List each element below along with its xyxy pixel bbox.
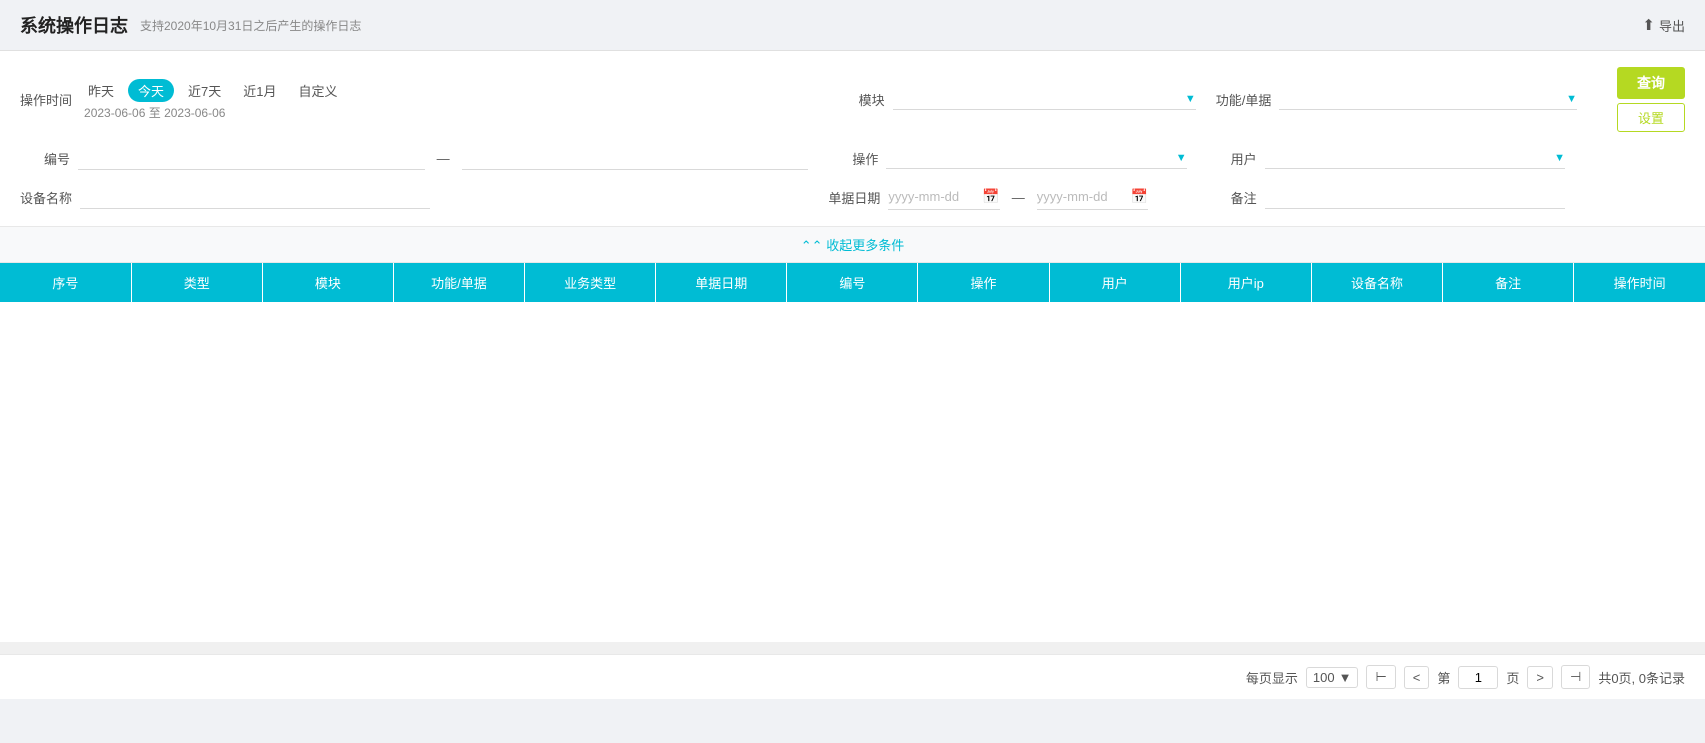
prev-page-btn[interactable]: < [1404, 666, 1430, 689]
table-col-操作: 操作 [918, 263, 1049, 302]
table-col-模块: 模块 [262, 263, 393, 302]
page-unit: 页 [1506, 668, 1519, 687]
calendar-icon-1[interactable]: 📅 [982, 188, 999, 205]
page-size-select[interactable]: 100 ▼ [1306, 667, 1359, 688]
last-page-btn[interactable]: ⊣ [1561, 665, 1590, 689]
serial-dash: — [433, 151, 454, 166]
user-select[interactable]: ▼ [1265, 148, 1565, 169]
time-label: 操作时间 [20, 90, 72, 109]
table-col-用户: 用户 [1049, 263, 1180, 302]
date-from-wrapper: 📅 [888, 184, 999, 210]
module-select[interactable]: ▼ [893, 89, 1196, 110]
serial-input-start[interactable] [78, 146, 425, 170]
serial-label: 编号 [20, 149, 70, 168]
time-btn-7days[interactable]: 近7天 [180, 79, 229, 102]
settings-button[interactable]: 设置 [1617, 103, 1685, 132]
table-col-业务类型: 业务类型 [525, 263, 656, 302]
time-filter: 操作时间 昨天 今天 近7天 近1月 自定义 2023-06-06 至 2023… [20, 79, 815, 121]
export-icon: ⬆ [1642, 16, 1655, 34]
next-page-btn[interactable]: > [1527, 666, 1553, 689]
function-label: 功能/单据 [1216, 90, 1272, 109]
time-btn-custom[interactable]: 自定义 [291, 79, 346, 102]
action-buttons: 查询 设置 [1617, 67, 1685, 132]
date-to-wrapper: 📅 [1037, 184, 1148, 210]
date-dash: — [1008, 190, 1029, 205]
filter-row-2: 编号 — 操作 ▼ 用户 ▼ [20, 146, 1685, 170]
time-options-wrap: 昨天 今天 近7天 近1月 自定义 2023-06-06 至 2023-06-0… [80, 79, 346, 121]
user-filter: 用户 ▼ [1207, 148, 1565, 169]
collapse-label: 收起更多条件 [826, 238, 904, 253]
table-head: 序号类型模块功能/单据业务类型单据日期编号操作用户用户ip设备名称备注操作时间 [0, 263, 1705, 302]
filter-row-3: 设备名称 单据日期 📅 — 📅 备注 [20, 184, 1685, 210]
chevron-down-icon-3: ▼ [1176, 152, 1187, 164]
serial-input-end[interactable] [462, 146, 809, 170]
table-col-单据日期: 单据日期 [656, 263, 787, 302]
remark-label: 备注 [1207, 188, 1257, 207]
page-subtitle: 支持2020年10月31日之后产生的操作日志 [140, 17, 361, 34]
date-from-input[interactable] [888, 189, 978, 204]
table-area: 序号类型模块功能/单据业务类型单据日期编号操作用户用户ip设备名称备注操作时间 [0, 263, 1705, 642]
table-col-功能/单据: 功能/单据 [393, 263, 524, 302]
time-btn-1month[interactable]: 近1月 [235, 79, 284, 102]
page-input[interactable] [1458, 666, 1498, 689]
table-col-编号: 编号 [787, 263, 918, 302]
chevron-down-icon-2: ▼ [1566, 93, 1577, 105]
filter-row-1: 操作时间 昨天 今天 近7天 近1月 自定义 2023-06-06 至 2023… [20, 67, 1685, 132]
empty-area [0, 302, 1705, 642]
operation-label: 操作 [828, 149, 878, 168]
operation-select[interactable]: ▼ [886, 148, 1186, 169]
export-label: 导出 [1659, 16, 1685, 35]
first-page-btn[interactable]: ⊢ [1366, 665, 1395, 689]
per-page-value: 100 [1313, 670, 1335, 685]
table-col-类型: 类型 [131, 263, 262, 302]
per-page-chevron: ▼ [1339, 670, 1352, 685]
data-table: 序号类型模块功能/单据业务类型单据日期编号操作用户用户ip设备名称备注操作时间 [0, 263, 1705, 302]
page-title: 系统操作日志 [20, 12, 128, 38]
time-btn-today[interactable]: 今天 [128, 79, 174, 102]
pagination-bar: 每页显示 100 ▼ ⊢ < 第 页 > ⊣ 共0页, 0条记录 [0, 654, 1705, 699]
table-col-设备名称: 设备名称 [1311, 263, 1442, 302]
time-options: 昨天 今天 近7天 近1月 自定义 [80, 79, 346, 102]
header-left: 系统操作日志 支持2020年10月31日之后产生的操作日志 [20, 12, 361, 38]
table-col-备注: 备注 [1443, 263, 1574, 302]
time-range: 2023-06-06 至 2023-06-06 [84, 104, 346, 121]
function-filter: 功能/单据 ▼ [1216, 89, 1577, 110]
page-label: 第 [1437, 668, 1450, 687]
voucher-date-label: 单据日期 [828, 188, 880, 207]
per-page-label: 每页显示 [1246, 668, 1298, 687]
filter-area: 操作时间 昨天 今天 近7天 近1月 自定义 2023-06-06 至 2023… [0, 51, 1705, 227]
voucher-date-filter: 单据日期 📅 — 📅 [828, 184, 1186, 210]
date-to-input[interactable] [1037, 189, 1127, 204]
time-btn-yesterday[interactable]: 昨天 [80, 79, 122, 102]
query-button[interactable]: 查询 [1617, 67, 1685, 99]
chevron-down-icon-4: ▼ [1554, 152, 1565, 164]
collapse-icon: ⌃⌃ [801, 238, 823, 253]
device-label: 设备名称 [20, 188, 72, 207]
scrollbar-inner [0, 642, 1705, 643]
operation-filter: 操作 ▼ [828, 148, 1186, 169]
page-header: 系统操作日志 支持2020年10月31日之后产生的操作日志 ⬆ 导出 [0, 0, 1705, 51]
table-col-操作时间: 操作时间 [1574, 263, 1705, 302]
calendar-icon-2[interactable]: 📅 [1131, 188, 1148, 205]
function-select[interactable]: ▼ [1279, 89, 1577, 110]
remark-input[interactable] [1265, 185, 1565, 209]
chevron-down-icon: ▼ [1185, 93, 1196, 105]
remark-filter: 备注 [1207, 185, 1565, 209]
table-col-序号: 序号 [0, 263, 131, 302]
table-col-用户ip: 用户ip [1180, 263, 1311, 302]
export-button[interactable]: ⬆ 导出 [1642, 16, 1685, 35]
user-label: 用户 [1207, 149, 1257, 168]
device-input[interactable] [80, 185, 430, 209]
total-label: 共0页, 0条记录 [1598, 668, 1685, 687]
serial-filter: 编号 — [20, 146, 808, 170]
table-header-row: 序号类型模块功能/单据业务类型单据日期编号操作用户用户ip设备名称备注操作时间 [0, 263, 1705, 302]
collapse-bar[interactable]: ⌃⌃ 收起更多条件 [0, 227, 1705, 263]
module-label: 模块 [835, 90, 885, 109]
module-filter: 模块 ▼ [835, 89, 1196, 110]
scrollbar-area[interactable] [0, 642, 1705, 654]
device-filter: 设备名称 [20, 185, 808, 209]
